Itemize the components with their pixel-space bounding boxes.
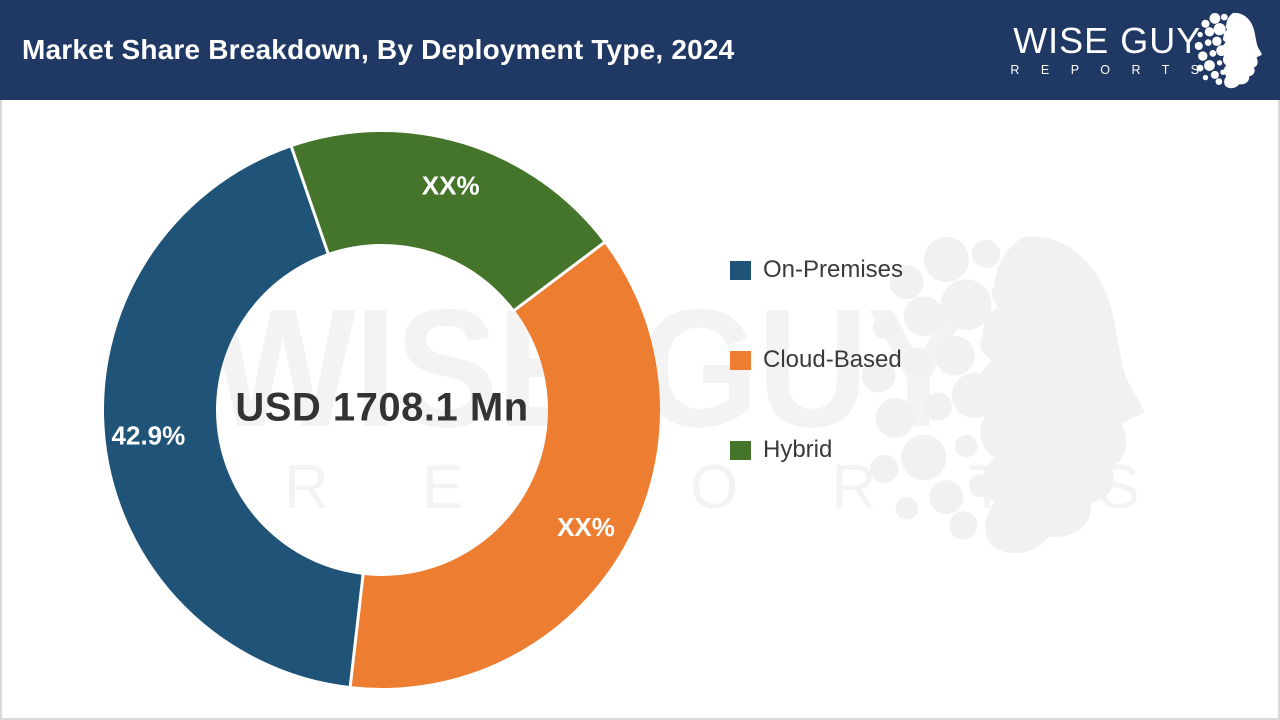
slice-label-hybrid: XX%	[422, 170, 480, 200]
legend-swatch-cloud-based	[730, 350, 751, 370]
watermark-head-icon	[861, 236, 1145, 554]
legend-item-hybrid: Hybrid	[730, 430, 903, 470]
legend-swatch-on-premises	[730, 260, 751, 280]
report-page: Market Share Breakdown, By Deployment Ty…	[0, 0, 1280, 720]
brand-subtitle: R E P O R T S	[1010, 63, 1208, 77]
donut-slice-cloud-based	[350, 242, 660, 688]
chart-legend: On-Premises Cloud-Based Hybrid	[730, 250, 903, 520]
chart-center-value: USD 1708.1 Mn	[235, 385, 529, 430]
page-title: Market Share Breakdown, By Deployment Ty…	[22, 34, 735, 65]
header-bar: Market Share Breakdown, By Deployment Ty…	[0, 0, 1280, 100]
legend-item-cloud-based: Cloud-Based	[730, 340, 903, 380]
brand-logo: WISE GUY R E P O R T S	[1006, 9, 1266, 91]
slice-label-cloud-based: XX%	[557, 512, 615, 542]
brand-logo-text: WISE GUY R E P O R T S	[1006, 20, 1208, 78]
legend-swatch-hybrid	[730, 440, 751, 460]
legend-label-cloud-based: Cloud-Based	[763, 346, 902, 373]
legend-label-hybrid: Hybrid	[763, 436, 833, 463]
brand-name: WISE GUY	[1013, 20, 1202, 61]
legend-label-on-premises: On-Premises	[763, 256, 904, 283]
chart-area: WISE GUY R E P O R T S 42.9% XX% XX% USD 1…	[0, 100, 1280, 720]
slice-label-on-premises: 42.9%	[112, 421, 186, 451]
legend-item-on-premises: On-Premises	[730, 250, 903, 290]
